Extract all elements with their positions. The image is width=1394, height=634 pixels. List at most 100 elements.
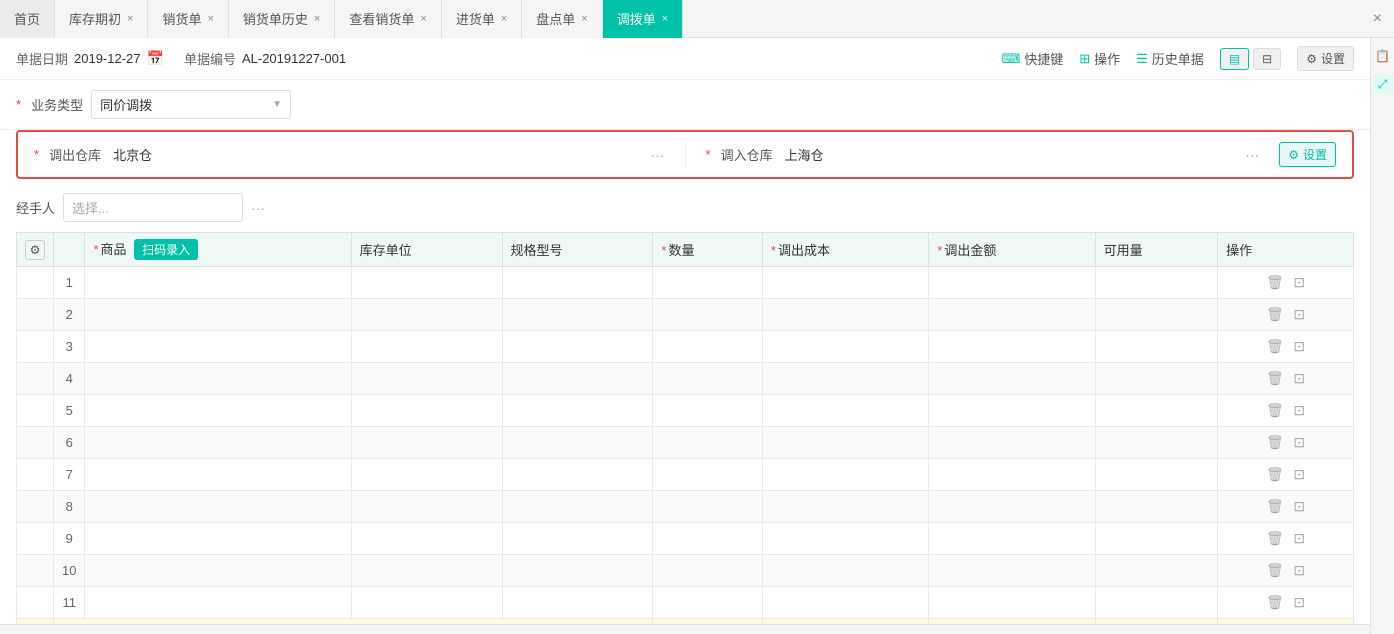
row-goods[interactable] bbox=[85, 395, 351, 427]
row-available[interactable] bbox=[1095, 459, 1217, 491]
row-qty[interactable] bbox=[653, 299, 763, 331]
row-unit[interactable] bbox=[351, 267, 502, 299]
row11-qty[interactable] bbox=[653, 587, 763, 619]
row-spec[interactable] bbox=[502, 267, 653, 299]
row11-available[interactable] bbox=[1095, 587, 1217, 619]
row11-cost[interactable] bbox=[762, 587, 928, 619]
tab-sales-history[interactable]: 销货单历史 × bbox=[229, 0, 335, 38]
row-spec[interactable] bbox=[502, 555, 653, 587]
tab-transfer-close[interactable]: × bbox=[662, 13, 668, 25]
row-copy-icon[interactable]: ⊡ bbox=[1293, 306, 1305, 323]
row-qty[interactable] bbox=[653, 427, 763, 459]
row-qty[interactable] bbox=[653, 555, 763, 587]
row-qty[interactable] bbox=[653, 523, 763, 555]
row-unit[interactable] bbox=[351, 427, 502, 459]
column-settings-icon[interactable]: ⚙ bbox=[25, 240, 45, 260]
row-cost[interactable] bbox=[762, 331, 928, 363]
row-goods[interactable] bbox=[85, 299, 351, 331]
row-cost[interactable] bbox=[762, 491, 928, 523]
handler-more-btn[interactable]: ··· bbox=[251, 200, 265, 216]
row-goods[interactable] bbox=[85, 427, 351, 459]
row-qty[interactable] bbox=[653, 395, 763, 427]
row-copy-icon[interactable]: ⊡ bbox=[1293, 562, 1305, 579]
row-amount[interactable] bbox=[929, 299, 1095, 331]
row-qty[interactable] bbox=[653, 267, 763, 299]
row-copy-icon[interactable]: ⊡ bbox=[1293, 274, 1305, 291]
tab-sales-close[interactable]: × bbox=[207, 13, 213, 25]
row-delete-icon[interactable]: 🗑 bbox=[1266, 370, 1284, 387]
row-goods[interactable] bbox=[85, 267, 351, 299]
row-available[interactable] bbox=[1095, 395, 1217, 427]
row-qty[interactable] bbox=[653, 363, 763, 395]
row-amount[interactable] bbox=[929, 427, 1095, 459]
row-unit[interactable] bbox=[351, 299, 502, 331]
date-value[interactable]: 2019-12-27 bbox=[74, 51, 141, 66]
tab-home[interactable]: 首页 bbox=[0, 0, 55, 38]
row-delete-icon[interactable]: 🗑 bbox=[1266, 562, 1284, 579]
row11-copy-icon[interactable]: ⊡ bbox=[1293, 594, 1305, 611]
row-available[interactable] bbox=[1095, 555, 1217, 587]
handler-select[interactable]: 选择... bbox=[63, 193, 243, 222]
row-available[interactable] bbox=[1095, 299, 1217, 331]
row-available[interactable] bbox=[1095, 491, 1217, 523]
tab-stocktake-close[interactable]: × bbox=[581, 13, 587, 25]
row-unit[interactable] bbox=[351, 523, 502, 555]
tab-purchase[interactable]: 进货单 × bbox=[442, 0, 522, 38]
row-unit[interactable] bbox=[351, 331, 502, 363]
row-qty[interactable] bbox=[653, 331, 763, 363]
row-delete-icon[interactable]: 🗑 bbox=[1266, 402, 1284, 419]
scan-button[interactable]: 扫码录入 bbox=[134, 239, 198, 260]
row11-amount[interactable] bbox=[929, 587, 1095, 619]
row-qty[interactable] bbox=[653, 459, 763, 491]
row-cost[interactable] bbox=[762, 363, 928, 395]
row-spec[interactable] bbox=[502, 459, 653, 491]
row-unit[interactable] bbox=[351, 555, 502, 587]
row11-delete-icon[interactable]: 🗑 bbox=[1266, 594, 1284, 611]
row-available[interactable] bbox=[1095, 363, 1217, 395]
history-button[interactable]: ☰ 历史单据 bbox=[1136, 49, 1204, 68]
row-copy-icon[interactable]: ⊡ bbox=[1293, 498, 1305, 515]
row-available[interactable] bbox=[1095, 267, 1217, 299]
tab-sales-history-close[interactable]: × bbox=[314, 13, 320, 25]
calendar-icon[interactable]: 📅 bbox=[147, 50, 164, 67]
row-cost[interactable] bbox=[762, 299, 928, 331]
tab-inventory-init[interactable]: 库存期初 × bbox=[55, 0, 148, 38]
row-copy-icon[interactable]: ⊡ bbox=[1293, 402, 1305, 419]
row-spec[interactable] bbox=[502, 299, 653, 331]
row-amount[interactable] bbox=[929, 523, 1095, 555]
sidebar-expand-icon[interactable]: ⤢ bbox=[1373, 74, 1393, 94]
row-delete-icon[interactable]: 🗑 bbox=[1266, 274, 1284, 291]
row-cost[interactable] bbox=[762, 459, 928, 491]
row-amount[interactable] bbox=[929, 555, 1095, 587]
tab-purchase-close[interactable]: × bbox=[501, 13, 507, 25]
row-amount[interactable] bbox=[929, 363, 1095, 395]
tab-view-sales[interactable]: 查看销货单 × bbox=[335, 0, 441, 38]
row-amount[interactable] bbox=[929, 491, 1095, 523]
row-goods[interactable] bbox=[85, 555, 351, 587]
row-delete-icon[interactable]: 🗑 bbox=[1266, 466, 1284, 483]
row-delete-icon[interactable]: 🗑 bbox=[1266, 306, 1284, 323]
row-spec[interactable] bbox=[502, 395, 653, 427]
row-spec[interactable] bbox=[502, 363, 653, 395]
tab-stocktake[interactable]: 盘点单 × bbox=[522, 0, 602, 38]
row-copy-icon[interactable]: ⊡ bbox=[1293, 434, 1305, 451]
settings-button[interactable]: ⚙ 设置 bbox=[1297, 46, 1354, 71]
row-amount[interactable] bbox=[929, 459, 1095, 491]
warehouse-in-more-btn[interactable]: ··· bbox=[1245, 147, 1259, 163]
warehouse-settings-button[interactable]: ⚙ 设置 bbox=[1279, 142, 1336, 167]
row-unit[interactable] bbox=[351, 395, 502, 427]
row-available[interactable] bbox=[1095, 331, 1217, 363]
business-type-select[interactable]: 同价调拨 ▼ bbox=[91, 90, 291, 119]
row11-goods[interactable] bbox=[85, 587, 351, 619]
row-available[interactable] bbox=[1095, 427, 1217, 459]
row-qty[interactable] bbox=[653, 491, 763, 523]
warehouse-out-value[interactable]: 北京仓 bbox=[113, 145, 642, 164]
row-amount[interactable] bbox=[929, 267, 1095, 299]
row-amount[interactable] bbox=[929, 395, 1095, 427]
tab-view-sales-close[interactable]: × bbox=[420, 13, 426, 25]
row-amount[interactable] bbox=[929, 331, 1095, 363]
layout-btn-1[interactable]: ▤ bbox=[1220, 48, 1249, 70]
row-unit[interactable] bbox=[351, 459, 502, 491]
row11-spec[interactable] bbox=[502, 587, 653, 619]
layout-btn-2[interactable]: ⊟ bbox=[1253, 48, 1281, 70]
